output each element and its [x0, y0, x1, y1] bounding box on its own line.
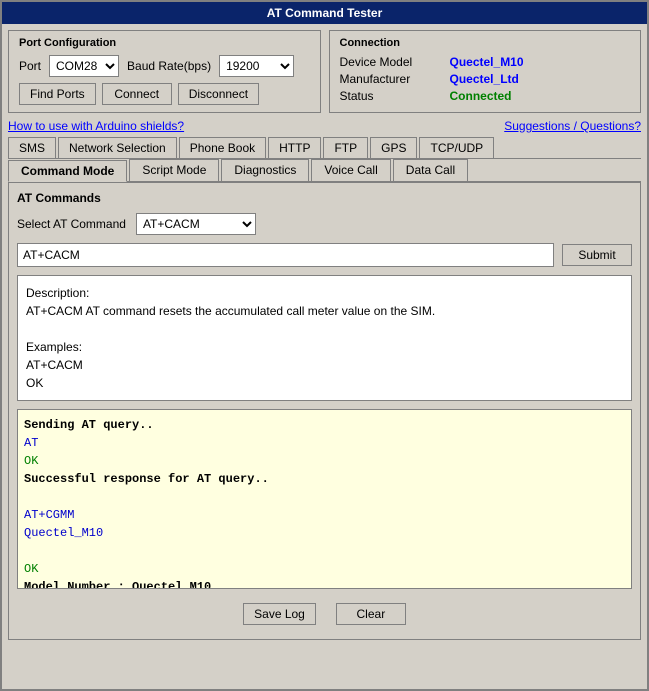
- port-select[interactable]: COM28: [49, 55, 119, 77]
- connection-panel: Connection Device Model Quectel_M10 Manu…: [329, 30, 642, 113]
- log-line-6: AT+CGMM: [24, 506, 625, 524]
- connection-title: Connection: [340, 37, 631, 49]
- port-config-title: Port Configuration: [19, 37, 310, 49]
- status-label: Status: [340, 89, 440, 103]
- device-model-value: Quectel_M10: [450, 55, 524, 69]
- tab-gps[interactable]: GPS: [370, 137, 417, 158]
- at-commands-panel: AT Commands Select AT Command AT+CACM Su…: [8, 182, 641, 640]
- window-title: AT Command Tester: [267, 6, 383, 20]
- log-line-4: Successful response for AT query..: [24, 470, 625, 488]
- log-line-10: Model Number : Quectel_M10: [24, 578, 625, 589]
- sub-tab-command-mode[interactable]: Command Mode: [8, 160, 127, 182]
- tab-network-selection[interactable]: Network Selection: [58, 137, 177, 158]
- arduino-link[interactable]: How to use with Arduino shields?: [8, 119, 184, 133]
- tabs-row: SMS Network Selection Phone Book HTTP FT…: [8, 137, 641, 159]
- log-line-1: Sending AT query..: [24, 416, 625, 434]
- tab-tcp-udp[interactable]: TCP/UDP: [419, 137, 494, 158]
- connect-button[interactable]: Connect: [102, 83, 172, 105]
- baud-select[interactable]: 19200: [219, 55, 294, 77]
- at-command-select[interactable]: AT+CACM: [136, 213, 256, 235]
- baud-label: Baud Rate(bps): [127, 59, 211, 73]
- save-log-button[interactable]: Save Log: [243, 603, 316, 625]
- submit-button[interactable]: Submit: [562, 244, 632, 266]
- tab-http[interactable]: HTTP: [268, 137, 321, 158]
- status-value: Connected: [450, 89, 512, 103]
- log-line-3: OK: [24, 452, 625, 470]
- suggestions-link[interactable]: Suggestions / Questions?: [504, 119, 641, 133]
- at-commands-title: AT Commands: [17, 191, 632, 205]
- port-label: Port: [19, 59, 41, 73]
- bottom-buttons: Save Log Clear: [17, 597, 632, 631]
- find-ports-button[interactable]: Find Ports: [19, 83, 96, 105]
- tab-sms[interactable]: SMS: [8, 137, 56, 158]
- select-at-label: Select AT Command: [17, 217, 126, 231]
- title-bar: AT Command Tester: [2, 2, 647, 24]
- log-box[interactable]: Sending AT query.. AT OK Successful resp…: [17, 409, 632, 589]
- clear-button[interactable]: Clear: [336, 603, 406, 625]
- at-command-input[interactable]: [17, 243, 554, 267]
- tab-phone-book[interactable]: Phone Book: [179, 137, 266, 158]
- sub-tabs-row: Command Mode Script Mode Diagnostics Voi…: [8, 159, 641, 182]
- port-config-panel: Port Configuration Port COM28 Baud Rate(…: [8, 30, 321, 113]
- log-line-7: Quectel_M10: [24, 524, 625, 542]
- link-bar: How to use with Arduino shields? Suggest…: [8, 119, 641, 133]
- description-box: Description: AT+CACM AT command resets t…: [17, 275, 632, 401]
- log-line-5: [24, 488, 625, 506]
- manufacturer-label: Manufacturer: [340, 72, 440, 86]
- disconnect-button[interactable]: Disconnect: [178, 83, 259, 105]
- log-line-2: AT: [24, 434, 625, 452]
- manufacturer-value: Quectel_Ltd: [450, 72, 519, 86]
- log-line-8: [24, 542, 625, 560]
- device-model-label: Device Model: [340, 55, 440, 69]
- sub-tab-diagnostics[interactable]: Diagnostics: [221, 159, 309, 181]
- log-line-9: OK: [24, 560, 625, 578]
- main-window: AT Command Tester Port Configuration Por…: [0, 0, 649, 691]
- sub-tab-data-call[interactable]: Data Call: [393, 159, 468, 181]
- input-submit-row: Submit: [17, 243, 632, 267]
- description-text: Description: AT+CACM AT command resets t…: [26, 284, 623, 392]
- select-row: Select AT Command AT+CACM: [17, 213, 632, 235]
- tab-ftp[interactable]: FTP: [323, 137, 368, 158]
- sub-tab-script-mode[interactable]: Script Mode: [129, 159, 219, 181]
- sub-tab-voice-call[interactable]: Voice Call: [311, 159, 390, 181]
